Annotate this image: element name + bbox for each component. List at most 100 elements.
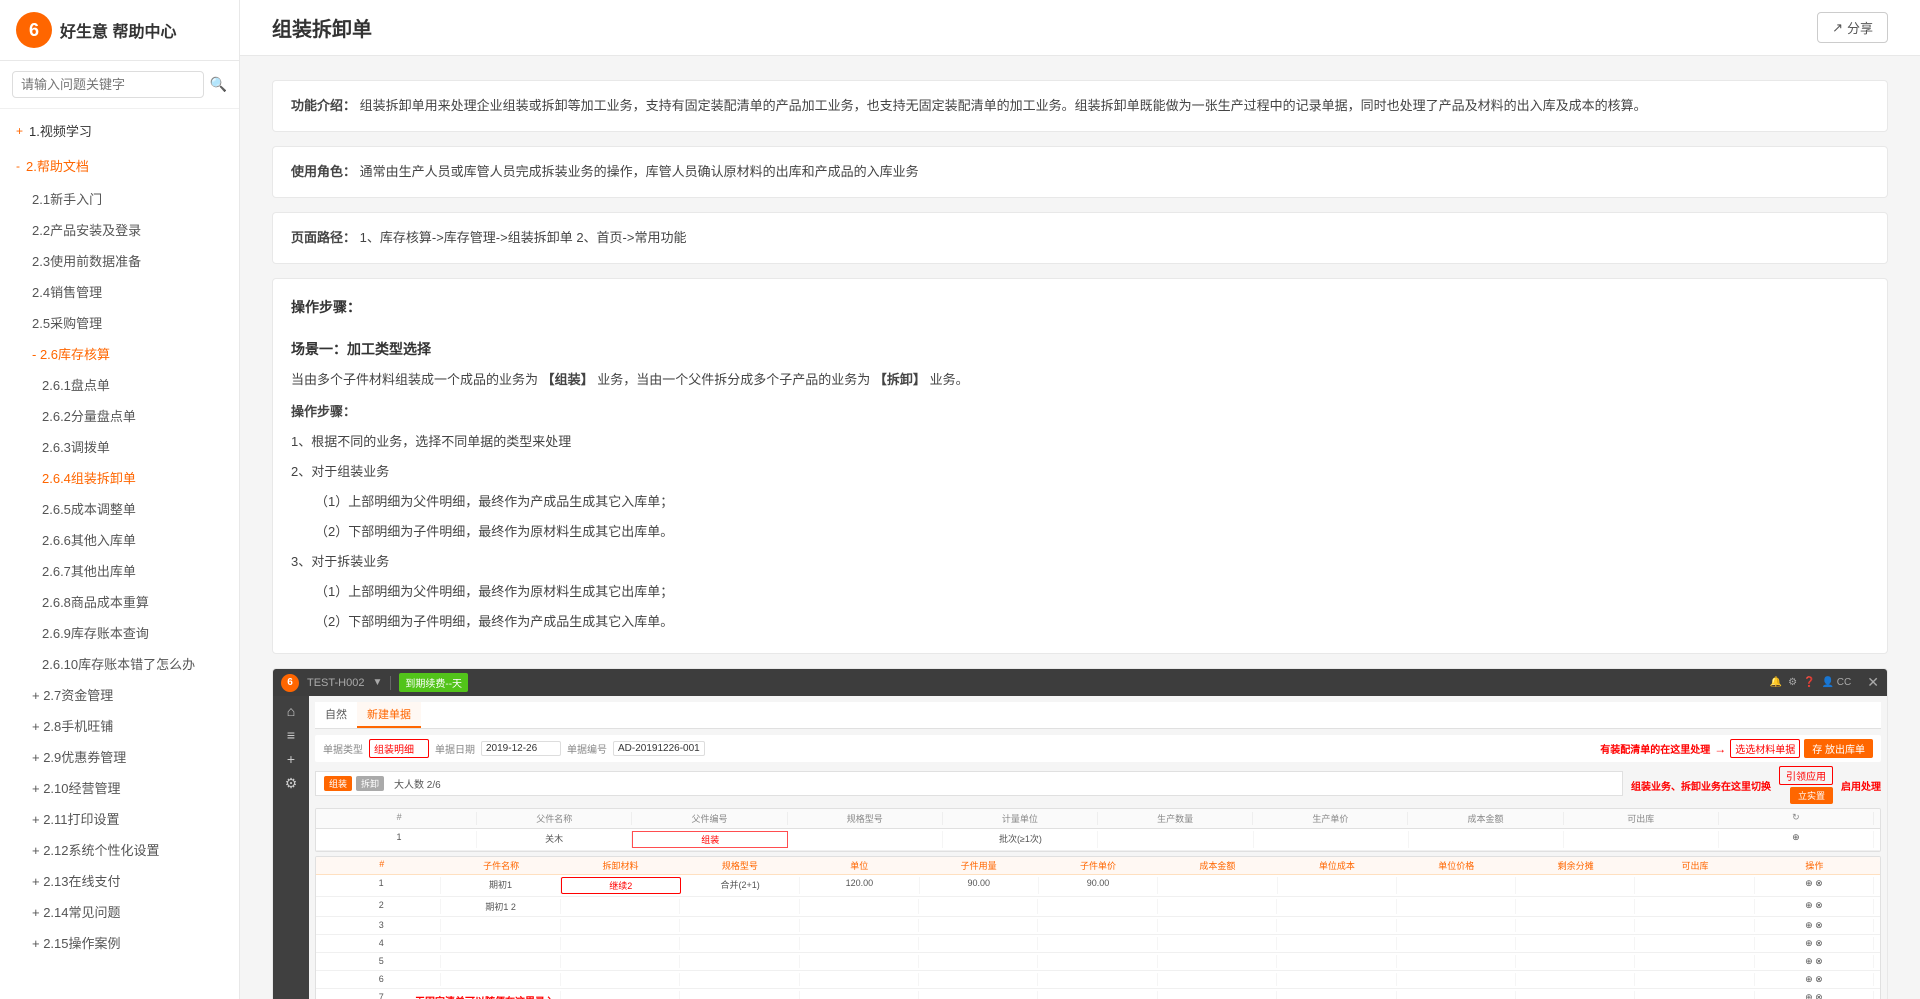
step1: 1、根据不同的业务，选择不同单据的类型来处理 — [291, 429, 1869, 455]
mock-date-input[interactable]: 2019-12-26 — [481, 741, 561, 756]
sidebar-item-2-11[interactable]: + 2.11打印设置 — [0, 803, 239, 834]
search-icon[interactable]: 🔍 — [210, 76, 227, 93]
sidebar-item-2-12[interactable]: + 2.12系统个性化设置 — [0, 834, 239, 865]
mock-annotation-box1[interactable]: 选选材料单据 — [1730, 739, 1800, 758]
mock-sub-row-5: 5 ⊕ ⊗ — [316, 953, 1880, 971]
mock-th-num: # — [322, 812, 477, 825]
mock-dropdown: ▼ — [372, 677, 382, 688]
mock-sub-th-12: 可出库 — [1635, 859, 1754, 872]
sidebar-item-2-6-6[interactable]: 2.6.6其他入库单 — [0, 524, 239, 555]
role-box: 使用角色： 通常由生产人员或库管人员完成拆装业务的操作，库管人员确认原材料的出库… — [272, 146, 1888, 198]
share-icon: ↗ — [1832, 20, 1843, 36]
mock-assembly-btn[interactable]: 组装 — [324, 776, 352, 791]
mock-no-label: 单据编号 — [567, 741, 607, 756]
sidebar-item-2-7[interactable]: + 2.7资金管理 — [0, 679, 239, 710]
sidebar-item-2-4[interactable]: 2.4销售管理 — [0, 276, 239, 307]
sidebar-item-2-6-10[interactable]: 2.6.10库存账本错了怎么办 — [0, 648, 239, 679]
main-area: 组装拆卸单 ↗ 分享 功能介绍： 组装拆卸单用来处理企业组装或拆卸等加工业务，支… — [240, 0, 1920, 999]
search-input[interactable] — [12, 71, 204, 98]
mock-sub-row-2: 2 期初1 2 — [316, 897, 1880, 917]
step3a: （1）上部明细为父件明细，最终作为原材料生成其它出库单； — [291, 579, 1869, 605]
sidebar-item-2-8[interactable]: + 2.8手机旺铺 — [0, 710, 239, 741]
mock-sub-th-10: 单位价格 — [1397, 859, 1516, 872]
mock-sub-th-8: 成本金额 — [1158, 859, 1277, 872]
sidebar-item-2-14[interactable]: + 2.14常见问题 — [0, 896, 239, 927]
sidebar-item-docs-label: 2.帮助文档 — [26, 156, 89, 175]
mock-sub-th-11: 剩余分摊 — [1516, 859, 1635, 872]
sidebar-item-2-6-4[interactable]: 2.6.4组装拆卸单 — [0, 462, 239, 493]
mock-th-code: 父件编号 — [632, 812, 787, 825]
mock-input-ref[interactable]: 引领应用 — [1779, 766, 1833, 785]
sidebar-item-2-2[interactable]: 2.2产品安装及登录 — [0, 214, 239, 245]
mock-td-1-price — [1254, 831, 1409, 848]
mock-td-1-action[interactable]: ⊕ — [1719, 831, 1874, 848]
mock-th-unit: 计量单位 — [943, 812, 1098, 825]
mock-sub-th-4: 规格型号 — [680, 859, 799, 872]
mock-th-name: 父件名称 — [477, 812, 632, 825]
page-title: 组装拆卸单 — [272, 13, 372, 42]
mock-sub-row-3: 3 ⊕ ⊗ — [316, 917, 1880, 935]
content-area: 功能介绍： 组装拆卸单用来处理企业组装或拆卸等加工业务，支持有固定装配清单的产品… — [240, 56, 1920, 999]
mock-icon-help: ❓ — [1803, 677, 1815, 688]
mock-disassemble-btn[interactable]: 拆卸 — [356, 776, 384, 791]
mock-apply-btn[interactable]: 立实置 — [1790, 787, 1833, 804]
step3b: （2）下部明细为子件明细，最终作为产成品生成其它入库单。 — [291, 609, 1869, 635]
sidebar-item-2-6-9[interactable]: 2.6.9库存账本查询 — [0, 617, 239, 648]
sidebar-item-docs[interactable]: - 2.帮助文档 — [0, 148, 239, 183]
sidebar-item-2-5[interactable]: 2.5采购管理 — [0, 307, 239, 338]
mock-tab-home[interactable]: 自然 — [315, 702, 357, 728]
sidebar-item-2-15[interactable]: + 2.15操作案例 — [0, 927, 239, 958]
mock-no-input[interactable]: AD-20191226-001 — [613, 741, 705, 756]
sidebar-item-2-6-8[interactable]: 2.6.8商品成本重算 — [0, 586, 239, 617]
mock-main-content: 自然 新建单据 单据类型 组装明细 单据日期 2019-12-26 单据编号 A… — [309, 696, 1887, 999]
mock-main-table: # 父件名称 父件编号 规格型号 计量单位 生产数量 生产单价 成本金额 可出库… — [315, 808, 1881, 852]
divider — [390, 676, 391, 690]
collapse-icon: - — [16, 159, 20, 173]
sidebar-item-2-9[interactable]: + 2.9优惠券管理 — [0, 741, 239, 772]
mock-td-1-name: 关木 — [477, 831, 632, 848]
topbar: 组装拆卸单 ↗ 分享 — [240, 0, 1920, 56]
sidebar-item-2-6-7[interactable]: 2.6.7其他出库单 — [0, 555, 239, 586]
sidebar-header: 6 好生意 帮助中心 — [0, 0, 239, 61]
mock-logo: 6 — [281, 674, 299, 692]
mock-icon-bell: 🔔 — [1770, 677, 1782, 688]
sidebar-item-2-6-5[interactable]: 2.6.5成本调整单 — [0, 493, 239, 524]
screenshot-container: 6 TEST-H002 ▼ 到期续费--天 🔔 ⚙ ❓ 👤 CC ✕ — [272, 668, 1888, 999]
steps-title2: 操作步骤： — [291, 399, 1869, 425]
mock-sub-row-4: 4 ⊕ ⊗ — [316, 935, 1880, 953]
sidebar-item-2-6-1[interactable]: 2.6.1盘点单 — [0, 369, 239, 400]
mock-sub-header: # 子件名称 拆卸材料 规格型号 单位 子件用量 子件单价 成本金额 单位成本 — [316, 857, 1880, 875]
intro-box: 功能介绍： 组装拆卸单用来处理企业组装或拆卸等加工业务，支持有固定装配清单的产品… — [272, 80, 1888, 132]
sidebar-item-video[interactable]: + 1.视频学习 — [0, 113, 239, 148]
sidebar-item-2-6-3[interactable]: 2.6.3调拨单 — [0, 431, 239, 462]
path-label: 页面路径： — [291, 230, 356, 245]
role-text: 通常由生产人员或库管人员完成拆装业务的操作，库管人员确认原材料的出库和产成品的入… — [360, 164, 919, 179]
mock-sub-th-3: 拆卸材料 — [561, 859, 680, 872]
mock-td-1-avail — [1564, 831, 1719, 848]
mock-th-avail: 可出库 — [1564, 812, 1719, 825]
sidebar: 6 好生意 帮助中心 🔍 + 1.视频学习 - 2.帮助文档 2.1新手入门 2… — [0, 0, 240, 999]
annotation3-text: 启用处理 — [1841, 778, 1881, 793]
mock-td-1-spec — [788, 831, 943, 848]
mock-td-1-num: 1 — [322, 831, 477, 848]
mock-left-sidebar: ⌂ ≡ + ⚙ ↩ — [273, 696, 309, 999]
sidebar-item-2-13[interactable]: + 2.13在线支付 — [0, 865, 239, 896]
mock-close-icon[interactable]: ✕ — [1867, 674, 1879, 691]
mock-save-btn[interactable]: 存 放出库单 — [1804, 739, 1873, 758]
mock-topbar: 6 TEST-H002 ▼ 到期续费--天 🔔 ⚙ ❓ 👤 CC ✕ — [273, 669, 1887, 696]
sidebar-item-2-3[interactable]: 2.3使用前数据准备 — [0, 245, 239, 276]
steps-title: 操作步骤： — [291, 293, 1869, 321]
sidebar-item-2-1[interactable]: 2.1新手入门 — [0, 183, 239, 214]
sidebar-item-2-6[interactable]: - 2.6库存核算 — [0, 338, 239, 369]
mock-form-row1: 单据类型 组装明细 单据日期 2019-12-26 单据编号 AD-201912… — [315, 735, 1881, 762]
mock-list-icon: ≡ — [277, 724, 305, 746]
share-button[interactable]: ↗ 分享 — [1817, 12, 1888, 43]
sidebar-item-2-6-2[interactable]: 2.6.2分量盘点单 — [0, 400, 239, 431]
mock-tab-new[interactable]: 新建单据 — [357, 702, 421, 728]
mock-type-input[interactable]: 组装明细 — [369, 739, 429, 758]
mock-td-1-cost — [1409, 831, 1564, 848]
annotation1-arrow: → — [1714, 742, 1726, 756]
sidebar-item-2-10[interactable]: + 2.10经营管理 — [0, 772, 239, 803]
mock-td-1-qty — [1098, 831, 1253, 848]
mock-body: ⌂ ≡ + ⚙ ↩ 自然 新建单据 — [273, 696, 1887, 999]
